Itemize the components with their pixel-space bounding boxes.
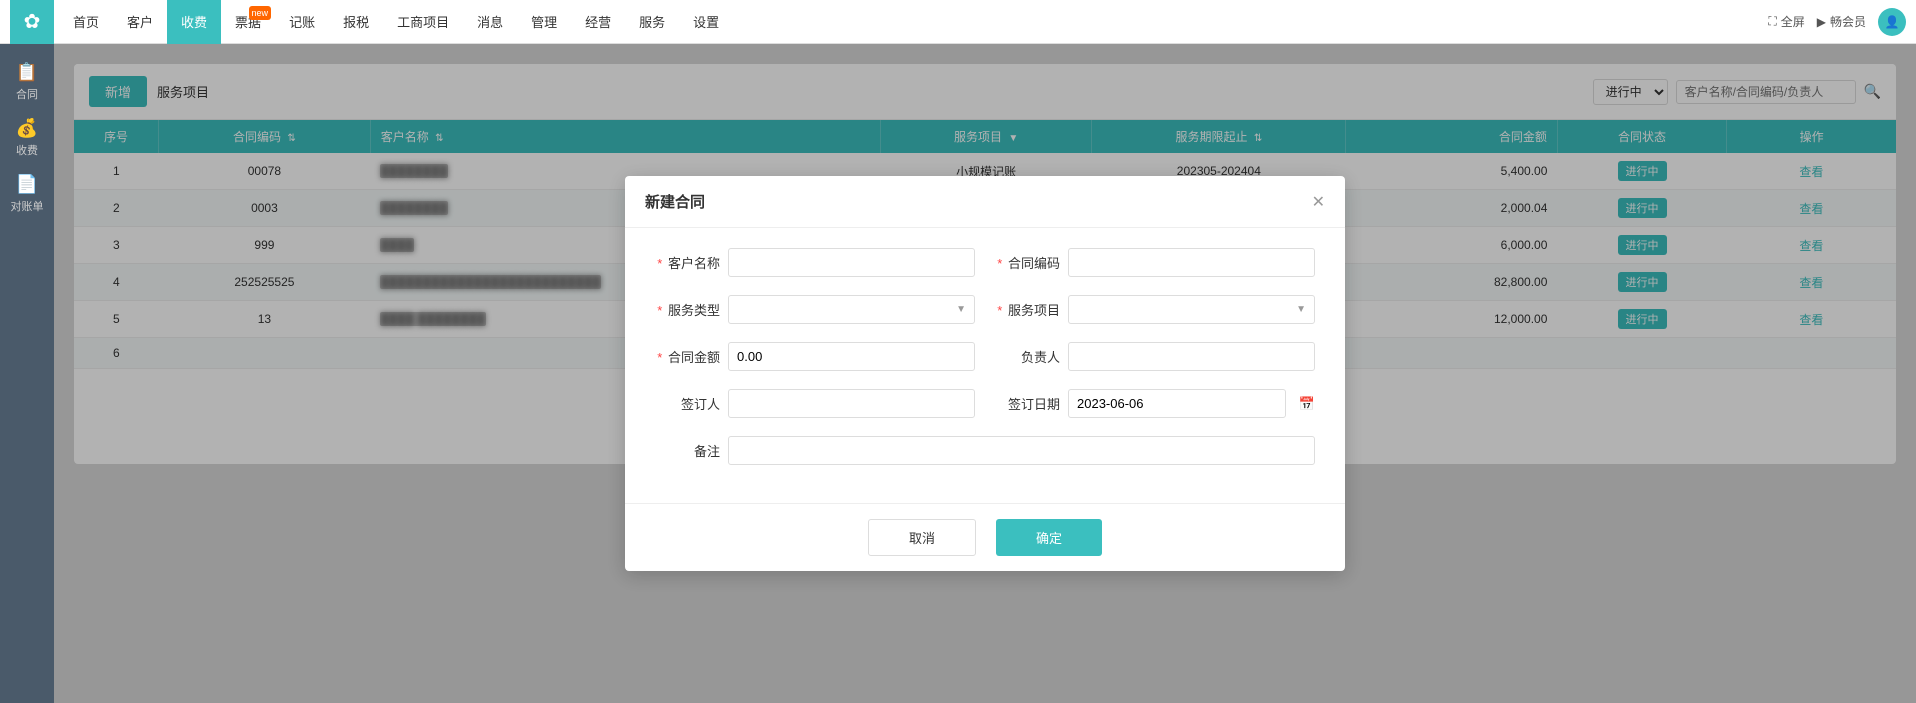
signer-input[interactable] (728, 389, 975, 418)
form-group-sign-date: 签订日期 📅 (995, 389, 1315, 418)
nav-manage[interactable]: 管理 (517, 0, 571, 44)
form-group-service-item: * 服务项目 ▼ (995, 295, 1315, 324)
nav-customer[interactable]: 客户 (113, 0, 167, 44)
service-type-label: * 服务类型 (655, 300, 720, 319)
reconcile-icon: 📄 (16, 174, 38, 195)
responsible-label: 负责人 (995, 347, 1060, 366)
service-type-select-wrapper: ▼ (728, 295, 975, 324)
calendar-icon[interactable]: 📅 (1299, 396, 1315, 412)
nav-billing[interactable]: 收费 (167, 0, 221, 44)
client-name-input[interactable] (728, 248, 975, 277)
new-badge: new (249, 6, 272, 20)
modal-close-button[interactable]: ✕ (1312, 192, 1325, 212)
form-group-responsible: 负责人 (995, 342, 1315, 371)
nav-items: 首页 客户 收费 票据 new 记账 报税 工商项目 消息 管理 经营 (59, 0, 1768, 44)
cancel-button[interactable]: 取消 (868, 519, 976, 556)
form-row-5: 备注 (655, 436, 1315, 465)
nav-business[interactable]: 工商项目 (383, 0, 463, 44)
nav-tax[interactable]: 报税 (329, 0, 383, 44)
user-icon: 👤 (1885, 15, 1900, 29)
app-logo: ✿ (10, 0, 54, 44)
client-name-label: * 客户名称 (655, 253, 720, 272)
remark-label: 备注 (655, 441, 720, 460)
contract-amount-input[interactable] (728, 342, 975, 371)
sign-date-input[interactable] (1068, 389, 1286, 418)
nav-accounts[interactable]: 记账 (275, 0, 329, 44)
modal-overlay: 新建合同 ✕ * 客户名称 * 合同编 (54, 44, 1916, 703)
nav-invoice[interactable]: 票据 new (221, 0, 275, 44)
form-group-client: * 客户名称 (655, 248, 975, 277)
responsible-input[interactable] (1068, 342, 1315, 371)
service-type-select[interactable] (729, 296, 974, 323)
new-contract-modal: 新建合同 ✕ * 客户名称 * 合同编 (625, 176, 1345, 571)
form-row-2: * 服务类型 ▼ * 服务项目 (655, 295, 1315, 324)
nav-settings[interactable]: 设置 (679, 0, 733, 44)
contract-code-input[interactable] (1068, 248, 1315, 277)
form-group-signer: 签订人 (655, 389, 975, 418)
nav-operation[interactable]: 经营 (571, 0, 625, 44)
modal-footer: 取消 确定 (625, 503, 1345, 571)
form-group-amount: * 合同金额 (655, 342, 975, 371)
contract-amount-label: * 合同金额 (655, 347, 720, 366)
fullscreen-icon: ⛶ (1768, 14, 1776, 29)
top-nav: ✿ 首页 客户 收费 票据 new 记账 报税 工商项目 消息 管理 (0, 0, 1916, 44)
sign-date-label: 签订日期 (995, 394, 1060, 413)
nav-message[interactable]: 消息 (463, 0, 517, 44)
play-icon: ▶ (1817, 15, 1826, 29)
nav-home[interactable]: 首页 (59, 0, 113, 44)
service-item-select-wrapper: ▼ (1068, 295, 1315, 324)
modal-body: * 客户名称 * 合同编码 (625, 228, 1345, 503)
signer-label: 签订人 (655, 394, 720, 413)
sidebar: 📋 合同 💰 收费 📄 对账单 (0, 44, 54, 703)
contract-icon: 📋 (16, 62, 38, 83)
nav-right: ⛶ 全屏 ▶ 畅会员 👤 (1768, 8, 1906, 36)
member-btn[interactable]: ▶ 畅会员 (1817, 13, 1866, 30)
form-row-4: 签订人 签订日期 📅 (655, 389, 1315, 418)
sidebar-item-reconcile[interactable]: 📄 对账单 (0, 166, 54, 222)
fullscreen-btn[interactable]: ⛶ 全屏 (1768, 13, 1804, 30)
sidebar-item-contract[interactable]: 📋 合同 (0, 54, 54, 110)
remark-input[interactable] (728, 436, 1315, 465)
contract-code-label: * 合同编码 (995, 253, 1060, 272)
confirm-button[interactable]: 确定 (996, 519, 1102, 556)
modal-title: 新建合同 (645, 191, 705, 212)
nav-service[interactable]: 服务 (625, 0, 679, 44)
form-group-code: * 合同编码 (995, 248, 1315, 277)
main-content: 新增 服务项目 进行中 已结束 全部 🔍 序号 合同编码 ⇅ (54, 44, 1916, 703)
form-group-service-type: * 服务类型 ▼ (655, 295, 975, 324)
service-item-label: * 服务项目 (995, 300, 1060, 319)
form-row-1: * 客户名称 * 合同编码 (655, 248, 1315, 277)
modal-header: 新建合同 ✕ (625, 176, 1345, 228)
form-row-3: * 合同金额 负责人 (655, 342, 1315, 371)
form-group-remark: 备注 (655, 436, 1315, 465)
billing-icon: 💰 (16, 118, 38, 139)
sidebar-item-billing[interactable]: 💰 收费 (0, 110, 54, 166)
service-item-select[interactable] (1069, 296, 1314, 323)
user-avatar[interactable]: 👤 (1878, 8, 1906, 36)
